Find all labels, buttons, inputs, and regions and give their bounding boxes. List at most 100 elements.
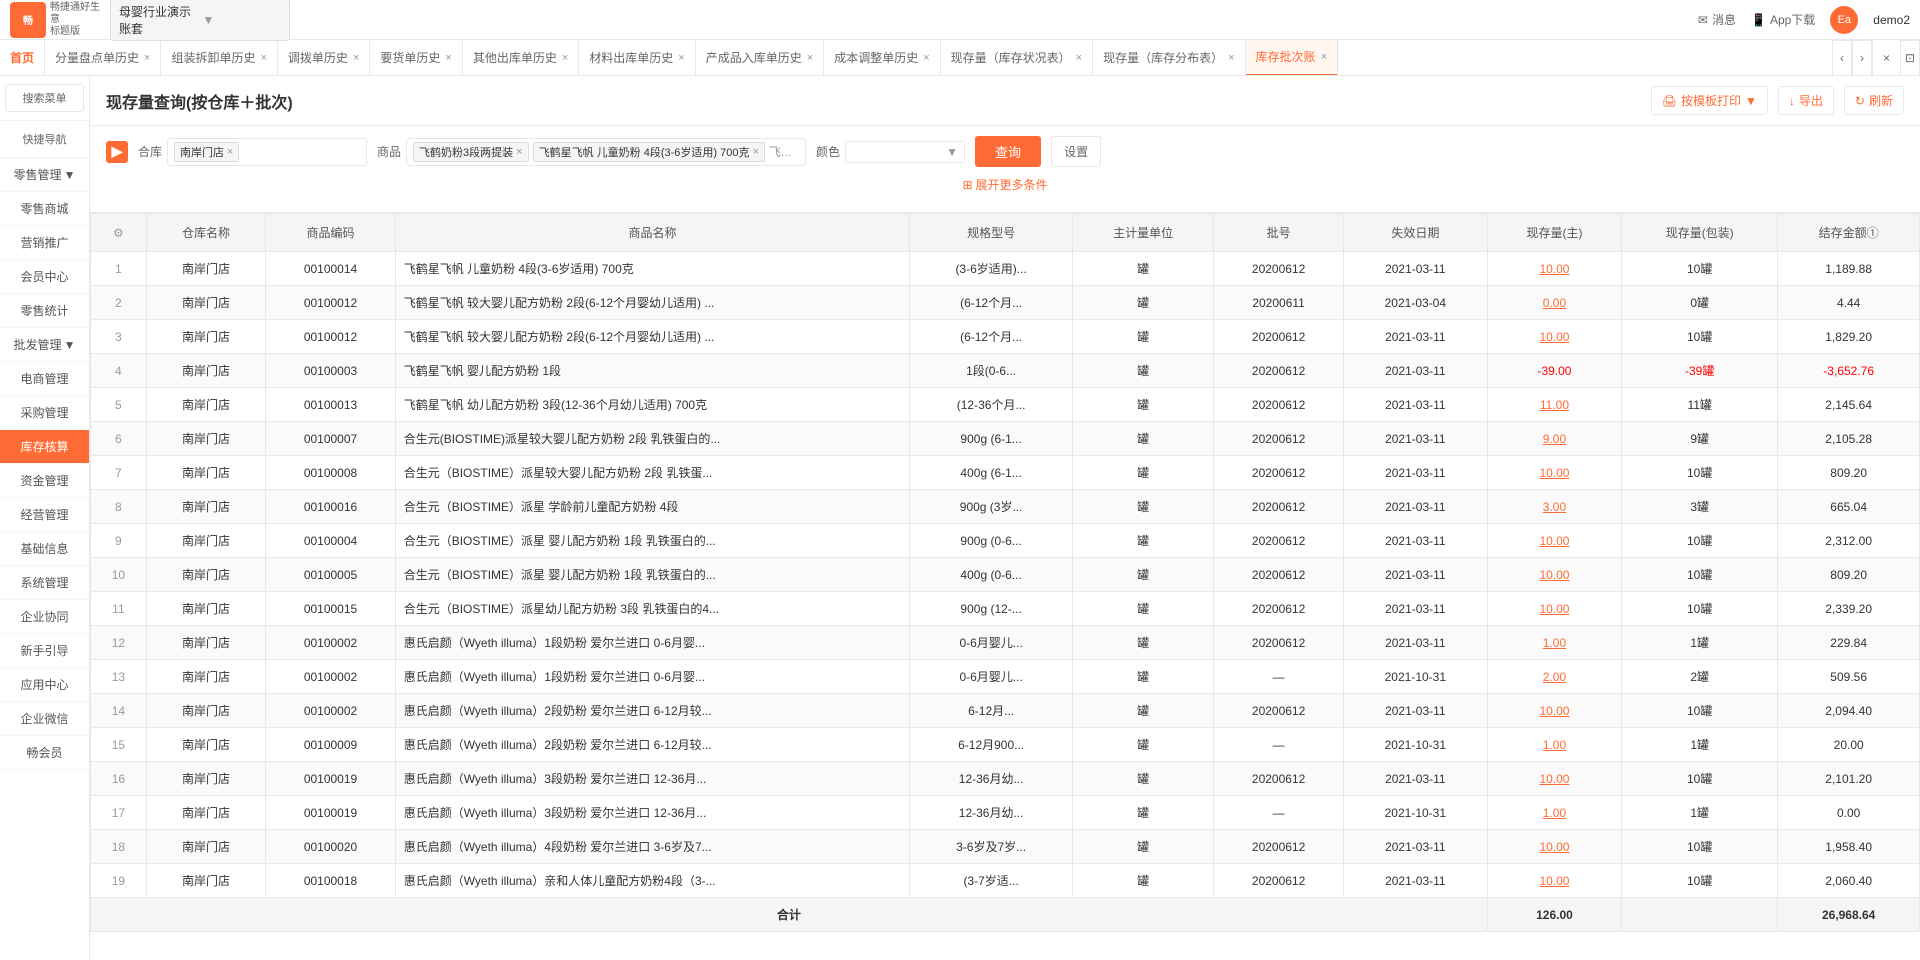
expand-more-conditions[interactable]: ⊞ 展开更多条件 bbox=[954, 172, 1055, 197]
sidebar-item-operation[interactable]: 经营管理 bbox=[0, 498, 89, 532]
cell-qty-main[interactable]: 10.00 bbox=[1487, 524, 1621, 558]
cell-qty-main[interactable]: 10.00 bbox=[1487, 830, 1621, 864]
cell-qty-pkg: 10罐 bbox=[1622, 456, 1778, 490]
tab-yao-huo[interactable]: 要货单历史 × bbox=[370, 40, 462, 76]
search-menu-button[interactable]: 搜索菜单 bbox=[5, 84, 84, 112]
cell-name: 飞鹤星飞帆 较大婴儿配方奶粉 2段(6-12个月婴幼儿适用) ... bbox=[395, 286, 910, 320]
cell-qty-main[interactable]: 2.00 bbox=[1487, 660, 1621, 694]
sidebar-item-member2[interactable]: 畅会员 bbox=[0, 736, 89, 770]
product-tag-group[interactable]: 飞鹤奶粉3段两提装 × 飞鹤星飞帆 儿童奶粉 4段(3-6岁适用) 700克 ×… bbox=[406, 138, 806, 166]
product-tag-2-close[interactable]: × bbox=[752, 146, 758, 158]
sidebar-item-wholesale[interactable]: 批发管理 ▼ bbox=[0, 328, 89, 362]
close-tab-tiao-bo[interactable]: × bbox=[353, 52, 359, 64]
cell-warehouse: 南岸门店 bbox=[146, 354, 266, 388]
cell-qty-main[interactable]: 10.00 bbox=[1487, 558, 1621, 592]
cell-warehouse: 南岸门店 bbox=[146, 490, 266, 524]
tab-other-out[interactable]: 其他出库单历史 × bbox=[463, 40, 579, 76]
close-tab-chanpin-in[interactable]: × bbox=[807, 52, 813, 64]
cell-code: 00100012 bbox=[266, 286, 395, 320]
close-tab-ku-pi-ci[interactable]: × bbox=[1321, 51, 1327, 63]
shortcut-nav-button[interactable]: 快捷导航 bbox=[0, 126, 89, 152]
sidebar-item-enterprise[interactable]: 企业协同 bbox=[0, 600, 89, 634]
message-button[interactable]: ✉ 消息 bbox=[1698, 11, 1736, 28]
print-button[interactable]: 🖨 按模板打印 ▼ bbox=[1651, 86, 1768, 115]
cell-name: 飞鹤星飞帆 婴儿配方奶粉 1段 bbox=[395, 354, 910, 388]
export-button[interactable]: ↓ 导出 bbox=[1778, 86, 1834, 115]
refresh-button[interactable]: ↻ 刷新 bbox=[1844, 86, 1904, 115]
nav-prev-arrow[interactable]: ‹ bbox=[1832, 40, 1852, 76]
cell-qty-main[interactable]: 9.00 bbox=[1487, 422, 1621, 456]
sidebar-item-basic[interactable]: 基础信息 bbox=[0, 532, 89, 566]
cell-qty-main[interactable]: 10.00 bbox=[1487, 864, 1621, 898]
product-tag-more[interactable]: 飞... bbox=[769, 143, 791, 160]
top-bar: 畅 畅捷通好生意 标题版 母婴行业演示账套 ▼ ✉ 消息 📱 App下载 Ea … bbox=[0, 0, 1920, 40]
sidebar-item-retail[interactable]: 零售管理 ▼ bbox=[0, 158, 89, 192]
cell-unit: 罐 bbox=[1072, 830, 1214, 864]
nav-close-all[interactable]: × bbox=[1872, 40, 1900, 76]
sidebar-item-app-center[interactable]: 应用中心 bbox=[0, 668, 89, 702]
tab-home[interactable]: 首页 bbox=[0, 40, 45, 76]
username-label[interactable]: demo2 bbox=[1873, 13, 1910, 27]
nav-expand-arrow[interactable]: ⊡ bbox=[1900, 40, 1920, 76]
cell-qty-main[interactable]: 10.00 bbox=[1487, 252, 1621, 286]
message-icon: ✉ bbox=[1698, 13, 1708, 27]
close-tab-other-out[interactable]: × bbox=[562, 52, 568, 64]
tab-fen-pan[interactable]: 分量盘点单历史 × bbox=[45, 40, 161, 76]
sidebar-item-system[interactable]: 系统管理 bbox=[0, 566, 89, 600]
product-tag-1-close[interactable]: × bbox=[516, 146, 522, 158]
tab-chengben[interactable]: 成本调整单历史 × bbox=[824, 40, 940, 76]
close-tab-zu-chai[interactable]: × bbox=[260, 52, 266, 64]
cell-qty-main[interactable]: 11.00 bbox=[1487, 388, 1621, 422]
logo-icon: 畅 bbox=[10, 2, 46, 38]
cell-qty-main[interactable]: 3.00 bbox=[1487, 490, 1621, 524]
org-selector[interactable]: 母婴行业演示账套 ▼ bbox=[110, 0, 290, 41]
sidebar-item-member[interactable]: 会员中心 bbox=[0, 260, 89, 294]
tab-cailiao-out[interactable]: 材料出库单历史 × bbox=[579, 40, 695, 76]
query-button[interactable]: 查询 bbox=[975, 136, 1041, 167]
setting-button[interactable]: 设置 bbox=[1051, 136, 1101, 167]
print-dropdown-arrow[interactable]: ▼ bbox=[1745, 94, 1757, 108]
app-download-button[interactable]: 📱 App下载 bbox=[1751, 11, 1815, 28]
close-tab-yao-huo[interactable]: × bbox=[445, 52, 451, 64]
cell-amount: 2,101.20 bbox=[1778, 762, 1920, 796]
sidebar-item-marketing[interactable]: 营销推广 bbox=[0, 226, 89, 260]
cell-qty-main[interactable]: 10.00 bbox=[1487, 320, 1621, 354]
sidebar-item-ecommerce[interactable]: 电商管理 bbox=[0, 362, 89, 396]
nav-next-arrow[interactable]: › bbox=[1852, 40, 1872, 76]
close-tab-chengben[interactable]: × bbox=[923, 52, 929, 64]
cell-qty-main[interactable]: 1.00 bbox=[1487, 796, 1621, 830]
settings-icon[interactable]: ⚙ bbox=[113, 226, 124, 240]
color-dropdown-arrow[interactable]: ▼ bbox=[946, 145, 958, 159]
sidebar-item-new-guide[interactable]: 新手引导 bbox=[0, 634, 89, 668]
close-tab-xianzai2[interactable]: × bbox=[1228, 52, 1234, 64]
tab-xianzai1[interactable]: 现存量（库存状况表） × bbox=[941, 40, 1093, 76]
sidebar-item-retail-stat[interactable]: 零售统计 bbox=[0, 294, 89, 328]
warehouse-tag-close[interactable]: × bbox=[227, 146, 233, 158]
sidebar-item-corp-wechat[interactable]: 企业微信 bbox=[0, 702, 89, 736]
warehouse-tag-group[interactable]: 南岸门店 × bbox=[167, 138, 367, 166]
close-tab-cailiao-out[interactable]: × bbox=[678, 52, 684, 64]
tab-chanpin-in[interactable]: 产成品入库单历史 × bbox=[696, 40, 824, 76]
tab-zu-chai[interactable]: 组装拆卸单历史 × bbox=[161, 40, 277, 76]
cell-qty-pkg: 1罐 bbox=[1622, 626, 1778, 660]
color-tag-group[interactable]: ▼ bbox=[845, 141, 965, 163]
tab-xianzai2[interactable]: 现存量（库存分布表） × bbox=[1093, 40, 1245, 76]
cell-qty-main[interactable]: 10.00 bbox=[1487, 456, 1621, 490]
filter-toggle-button[interactable]: ▶ bbox=[106, 141, 128, 163]
sidebar-item-inventory[interactable]: 库存核算 bbox=[0, 430, 89, 464]
close-tab-xianzai1[interactable]: × bbox=[1076, 52, 1082, 64]
cell-qty-main[interactable]: 10.00 bbox=[1487, 592, 1621, 626]
sidebar-item-retail-shop[interactable]: 零售商城 bbox=[0, 192, 89, 226]
col-settings[interactable]: ⚙ bbox=[91, 214, 147, 252]
tab-ku-pi-ci[interactable]: 库存批次账 × bbox=[1246, 40, 1338, 76]
cell-qty-main[interactable]: 1.00 bbox=[1487, 728, 1621, 762]
cell-qty-main[interactable]: 0.00 bbox=[1487, 286, 1621, 320]
cell-qty-main[interactable]: 10.00 bbox=[1487, 694, 1621, 728]
cell-qty-main[interactable]: 1.00 bbox=[1487, 626, 1621, 660]
cell-warehouse: 南岸门店 bbox=[146, 558, 266, 592]
sidebar-item-purchase[interactable]: 采购管理 bbox=[0, 396, 89, 430]
cell-qty-main[interactable]: 10.00 bbox=[1487, 762, 1621, 796]
tab-tiao-bo[interactable]: 调拨单历史 × bbox=[278, 40, 370, 76]
sidebar-item-finance[interactable]: 资金管理 bbox=[0, 464, 89, 498]
close-tab-fen-pan[interactable]: × bbox=[144, 52, 150, 64]
